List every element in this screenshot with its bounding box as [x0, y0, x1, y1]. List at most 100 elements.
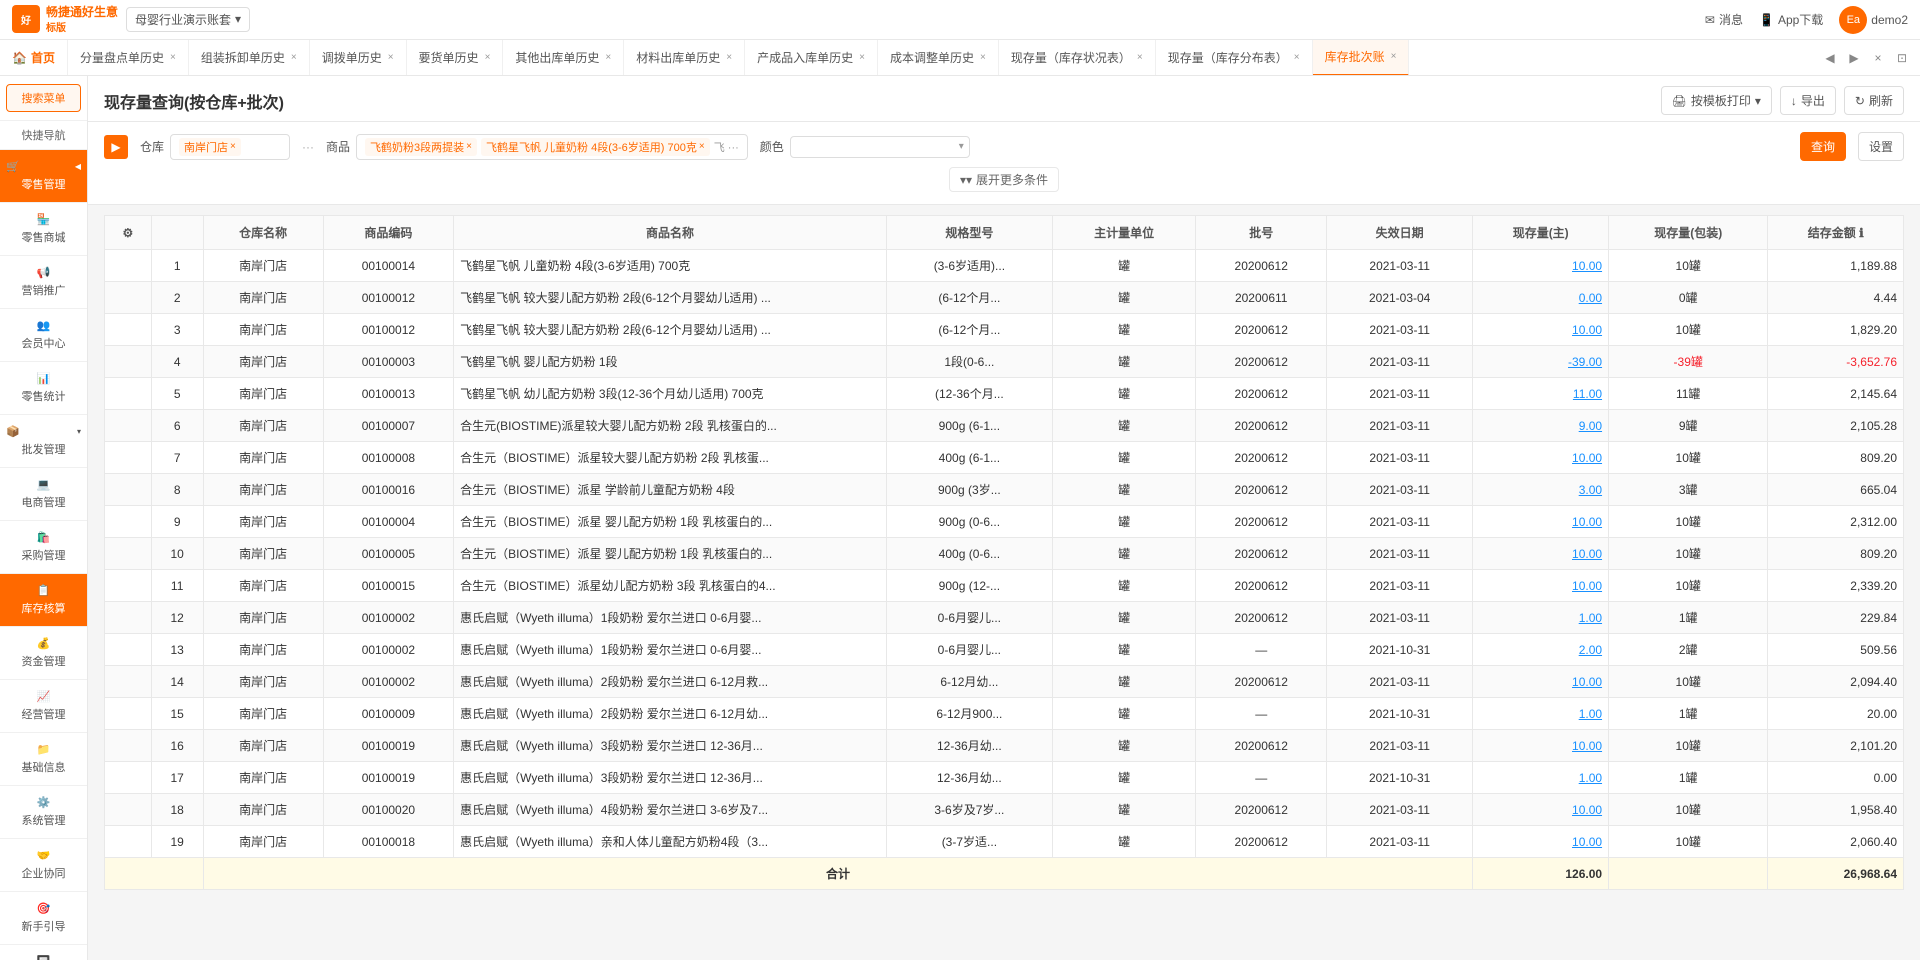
cell-index-1: 2 — [151, 282, 203, 314]
filter-expand-arrow[interactable]: ▶ — [104, 135, 128, 159]
table-row: 13 南岸门店 00100002 惠氏启赋（Wyeth illuma）1段奶粉 … — [105, 634, 1904, 666]
cell-qty-main-5[interactable]: 9.00 — [1473, 410, 1609, 442]
cell-qty-main-12[interactable]: 2.00 — [1473, 634, 1609, 666]
tab-scroll-right[interactable]: ▶ — [1844, 48, 1864, 68]
tab-cailiaochu[interactable]: 材料出库单历史 × — [624, 40, 745, 76]
sidebar-item-member[interactable]: 👥 会员中心 — [0, 309, 87, 362]
refresh-btn[interactable]: ↻ 刷新 — [1844, 86, 1904, 115]
tab-close-kucunpici[interactable]: × — [1391, 51, 1397, 62]
tab-kucunpici[interactable]: 库存批次账 × — [1313, 40, 1410, 76]
sidebar-item-marketing[interactable]: 📢 营销推广 — [0, 256, 87, 309]
tab-close-fenpan[interactable]: × — [170, 52, 176, 63]
app-download-btn[interactable]: 📱 App下载 — [1759, 11, 1823, 28]
print-btn[interactable]: 🖨 按模板打印 ▾ — [1661, 86, 1772, 115]
cell-qty-main-17[interactable]: 10.00 — [1473, 794, 1609, 826]
sidebar-item-wholesale[interactable]: 📦 ▾ 批发管理 — [0, 415, 87, 468]
warehouse-filter-input[interactable]: 南岸门店 × — [170, 134, 290, 160]
cell-index-17: 18 — [151, 794, 203, 826]
cell-balance-12: 509.56 — [1768, 634, 1904, 666]
warehouse-tag-close[interactable]: × — [230, 141, 236, 152]
cell-qty-main-8[interactable]: 10.00 — [1473, 506, 1609, 538]
cell-qty-main-9[interactable]: 10.00 — [1473, 538, 1609, 570]
col-header-settings[interactable]: ⚙ — [105, 216, 152, 250]
sidebar-item-retail-mgmt[interactable]: 🛒 ◀ 零售管理 — [0, 150, 87, 203]
product-filter-input[interactable]: 飞鹤奶粉3段两提装 × 飞鹤星飞帆 儿童奶粉 4段(3-6岁适用) 700克 ×… — [356, 134, 748, 160]
tab-close-xiancun1[interactable]: × — [1137, 52, 1143, 63]
cell-qty-main-7[interactable]: 3.00 — [1473, 474, 1609, 506]
sidebar-item-collab[interactable]: 🤝 企业协同 — [0, 839, 87, 892]
cell-qty-main-2[interactable]: 10.00 — [1473, 314, 1609, 346]
search-menu-btn[interactable]: 搜索菜单 — [6, 84, 81, 112]
table-row: 19 南岸门店 00100018 惠氏启赋（Wyeth illuma）亲和人体儿… — [105, 826, 1904, 858]
sidebar-item-retail-mall[interactable]: 🏪 零售商城 — [0, 203, 87, 256]
tab-chengben[interactable]: 成本调整单历史 × — [878, 40, 999, 76]
cell-qty-main-14[interactable]: 1.00 — [1473, 698, 1609, 730]
tab-fenpan[interactable]: 分量盘点单历史 × — [68, 40, 189, 76]
tab-chancheng[interactable]: 产成品入库单历史 × — [745, 40, 878, 76]
org-selector[interactable]: 母婴行业演示账套 ▾ — [126, 7, 250, 32]
product-tag-more[interactable]: 飞 ··· — [714, 139, 739, 155]
tab-close-zuhe[interactable]: × — [291, 52, 297, 63]
cell-balance-5: 2,105.28 — [1768, 410, 1904, 442]
tab-zuhe[interactable]: 组装拆卸单历史 × — [189, 40, 310, 76]
user-avatar-area[interactable]: Ea demo2 — [1839, 6, 1908, 34]
tab-close-chancheng[interactable]: × — [859, 52, 865, 63]
cell-qty-main-16[interactable]: 1.00 — [1473, 762, 1609, 794]
cell-qty-main-1[interactable]: 0.00 — [1473, 282, 1609, 314]
sidebar-item-guide[interactable]: 🎯 新手引导 — [0, 892, 87, 945]
sidebar-item-basics[interactable]: 📁 基础信息 — [0, 733, 87, 786]
tab-close-yaohuo[interactable]: × — [485, 52, 491, 63]
product-tag-1-close[interactable]: × — [466, 141, 472, 152]
message-btn[interactable]: ✉ 消息 — [1705, 11, 1743, 28]
product-tag-2-close[interactable]: × — [699, 141, 705, 152]
sidebar-item-retail-stats[interactable]: 📊 零售统计 — [0, 362, 87, 415]
tab-xiancun2[interactable]: 现存量（库存分布表） × — [1156, 40, 1313, 76]
tab-close-cailiaochu[interactable]: × — [726, 52, 732, 63]
sidebar-item-apps[interactable]: 🔲 应用中心 — [0, 945, 87, 960]
tab-close-chengben[interactable]: × — [980, 52, 986, 63]
tab-close-all[interactable]: × — [1868, 48, 1888, 68]
cell-code-14: 00100009 — [323, 698, 454, 730]
sidebar-item-purchase[interactable]: 🛍️ 采购管理 — [0, 521, 87, 574]
tab-yaohuo[interactable]: 要货单历史 × — [407, 40, 504, 76]
top-bar: 好 畅捷通好生意 标版 母婴行业演示账套 ▾ ✉ 消息 📱 App下载 Ea d… — [0, 0, 1920, 40]
cell-qty-main-13[interactable]: 10.00 — [1473, 666, 1609, 698]
sidebar-item-ecommerce[interactable]: 💻 电商管理 — [0, 468, 87, 521]
sidebar-item-finance[interactable]: 💰 资金管理 — [0, 627, 87, 680]
cell-balance-16: 0.00 — [1768, 762, 1904, 794]
tab-qichu[interactable]: 其他出库单历史 × — [503, 40, 624, 76]
color-filter-input[interactable] — [790, 136, 970, 158]
cell-batch-17: 20200612 — [1196, 794, 1327, 826]
footer-settings-cell — [105, 858, 204, 890]
settings-btn[interactable]: 设置 — [1858, 132, 1904, 161]
sidebar-item-inventory[interactable]: 📋 库存核算 — [0, 574, 87, 627]
cell-qty-main-0[interactable]: 10.00 — [1473, 250, 1609, 282]
cell-qty-pkg-1: 0罐 — [1609, 282, 1768, 314]
tab-close-diaob[interactable]: × — [388, 52, 394, 63]
sidebar-item-operations[interactable]: 📈 经营管理 — [0, 680, 87, 733]
cell-qty-main-10[interactable]: 10.00 — [1473, 570, 1609, 602]
cell-qty-pkg-3: -39罐 — [1609, 346, 1768, 378]
cell-qty-main-15[interactable]: 10.00 — [1473, 730, 1609, 762]
expand-more-conditions-btn[interactable]: ▾▾ 展开更多条件 — [949, 167, 1059, 192]
tab-xiancun1[interactable]: 现存量（库存状况表） × — [999, 40, 1156, 76]
cell-qty-main-18[interactable]: 10.00 — [1473, 826, 1609, 858]
export-btn[interactable]: ↓ 导出 — [1780, 86, 1836, 115]
tab-close-qichu[interactable]: × — [605, 52, 611, 63]
cell-balance-6: 809.20 — [1768, 442, 1904, 474]
sidebar-item-system[interactable]: ⚙️ 系统管理 — [0, 786, 87, 839]
tab-scroll-left[interactable]: ◀ — [1820, 48, 1840, 68]
tab-close-xiancun2[interactable]: × — [1294, 52, 1300, 63]
cell-qty-main-11[interactable]: 1.00 — [1473, 602, 1609, 634]
filter-more-dots[interactable]: ··· — [302, 140, 314, 154]
cell-qty-main-6[interactable]: 10.00 — [1473, 442, 1609, 474]
tab-home[interactable]: 🏠 首页 — [0, 40, 68, 76]
cell-unit-0: 罐 — [1052, 250, 1196, 282]
data-table: ⚙ 仓库名称 商品编码 商品名称 规格型号 主计量单位 批号 失效日期 现存量(… — [104, 215, 1904, 890]
tab-diaob[interactable]: 调拨单历史 × — [310, 40, 407, 76]
sidebar-quick-nav[interactable]: 快捷导航 — [0, 121, 87, 150]
cell-qty-main-3[interactable]: -39.00 — [1473, 346, 1609, 378]
tab-menu[interactable]: ⊡ — [1892, 48, 1912, 68]
query-btn[interactable]: 查询 — [1800, 132, 1846, 161]
cell-qty-main-4[interactable]: 11.00 — [1473, 378, 1609, 410]
